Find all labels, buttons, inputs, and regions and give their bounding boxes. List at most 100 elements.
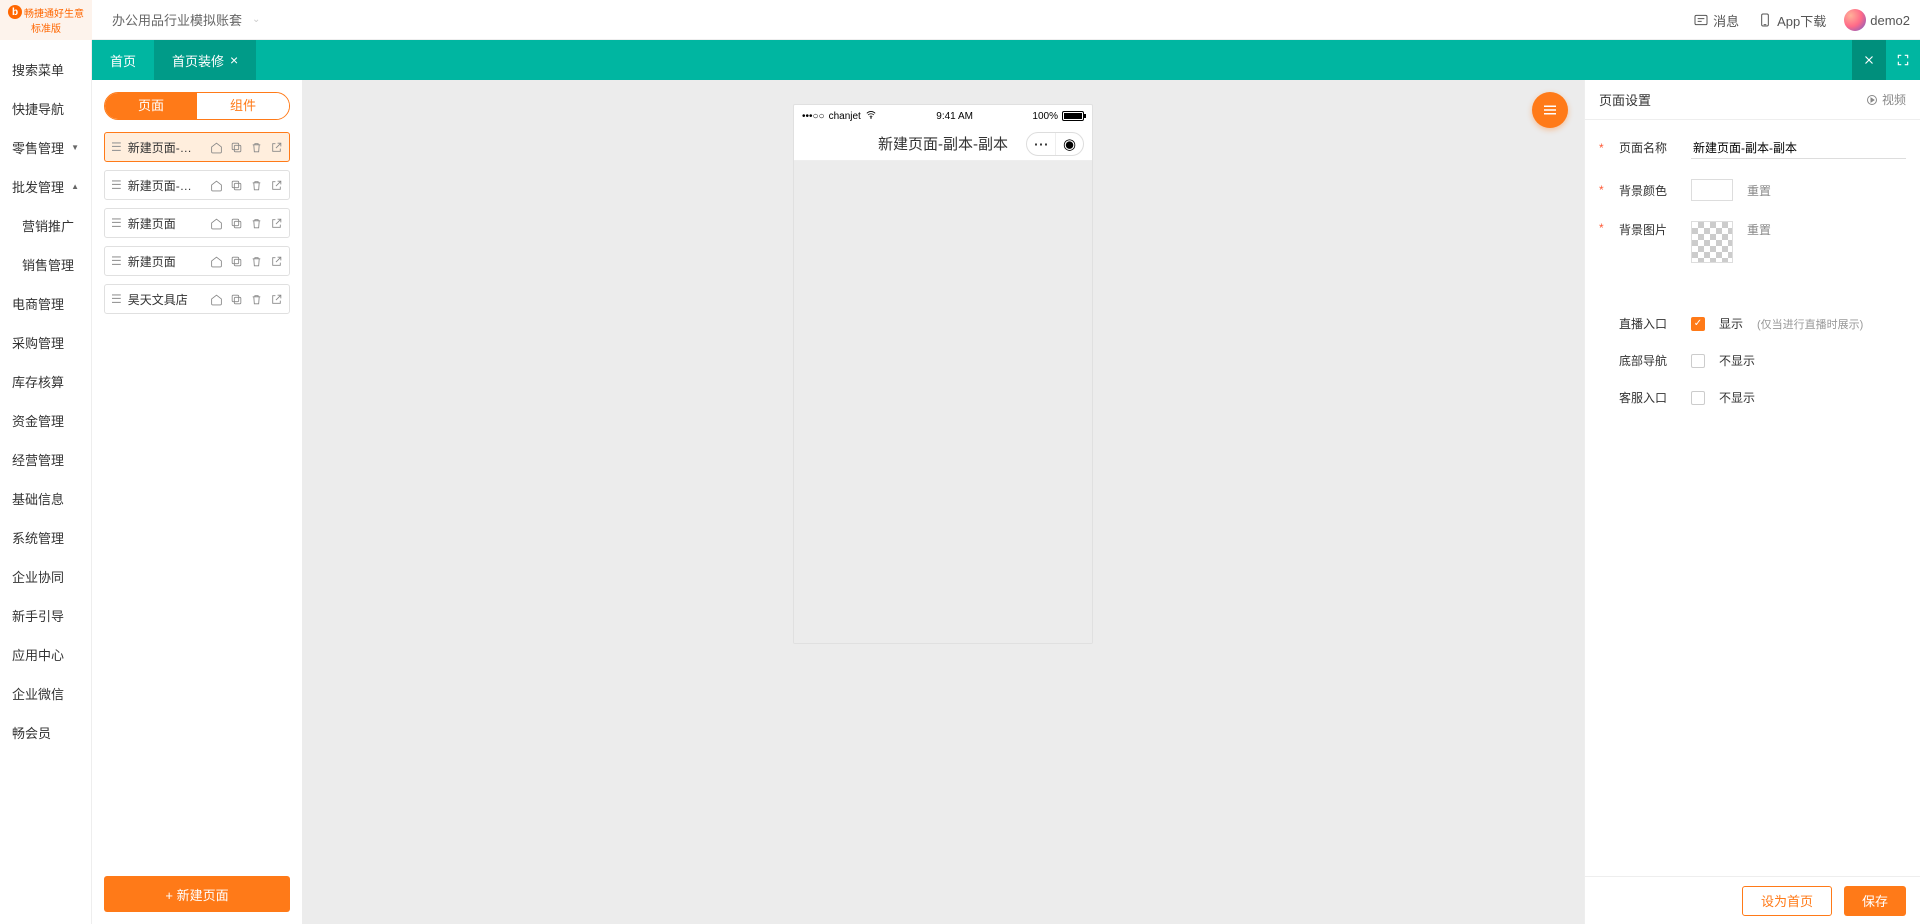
collapse-fab[interactable] (1532, 92, 1568, 128)
service-entry-checkbox[interactable] (1691, 391, 1705, 405)
video-help-button[interactable]: 视频 (1866, 91, 1906, 108)
copy-icon[interactable] (229, 178, 243, 192)
seg-component[interactable]: 组件 (197, 93, 289, 119)
phone-title-text: 新建页面-副本-副本 (878, 133, 1008, 154)
nav-purchase[interactable]: 采购管理 (0, 323, 91, 362)
work-area: 页面 组件 ☰ 新建页面-副本... ☰ 新建页面-副本 (92, 80, 1920, 924)
nav-ecom[interactable]: 电商管理 (0, 284, 91, 323)
user-menu[interactable]: demo2 (1844, 9, 1910, 31)
page-item[interactable]: ☰ 新建页面 (104, 208, 290, 238)
nav-collab[interactable]: 企业协同 (0, 557, 91, 596)
settings-title: 页面设置 (1599, 90, 1651, 109)
tabbar-close-button[interactable] (1852, 40, 1886, 80)
miniprogram-capsule: ⋯ ◉ (1026, 132, 1084, 156)
home-icon[interactable] (209, 254, 223, 268)
nav-funds[interactable]: 资金管理 (0, 401, 91, 440)
home-icon[interactable] (209, 140, 223, 154)
page-name-input[interactable] (1691, 136, 1906, 159)
service-entry-text: 不显示 (1719, 389, 1755, 406)
nav-inventory[interactable]: 库存核算 (0, 362, 91, 401)
new-page-button[interactable]: + 新建页面 (104, 876, 290, 912)
drag-icon[interactable]: ☰ (111, 254, 122, 268)
save-button[interactable]: 保存 (1844, 886, 1906, 916)
bottom-nav-checkbox[interactable] (1691, 354, 1705, 368)
page-item[interactable]: ☰ 新建页面-副本 (104, 170, 290, 200)
app-download-button[interactable]: App下载 (1757, 11, 1826, 30)
home-icon[interactable] (209, 216, 223, 230)
nav-newbie[interactable]: 新手引导 (0, 596, 91, 635)
brand-sub: 标准版 (31, 20, 61, 35)
battery-pct: 100% (1032, 111, 1058, 122)
target-icon[interactable]: ◉ (1055, 132, 1083, 156)
set-as-home-button[interactable]: 设为首页 (1742, 886, 1832, 916)
canvas: •••○○ chanjet 9:41 AM 100% 新建页面-副本-副本 ⋯ … (302, 80, 1584, 924)
username: demo2 (1870, 13, 1910, 28)
nav-appcenter[interactable]: 应用中心 (0, 635, 91, 674)
nav-quick[interactable]: 快捷导航 (0, 89, 91, 128)
row-bg-color: * 背景颜色 重置 (1599, 179, 1906, 201)
drag-icon[interactable]: ☰ (111, 140, 122, 154)
nav-wechat[interactable]: 企业微信 (0, 674, 91, 713)
delete-icon[interactable] (249, 178, 263, 192)
settings-panel: 页面设置 视频 * 页面名称 * 背景颜色 重置 * 背景图片 (1584, 80, 1920, 924)
share-icon[interactable] (269, 292, 283, 306)
share-icon[interactable] (269, 216, 283, 230)
close-icon[interactable]: × (230, 52, 238, 68)
nav-operate[interactable]: 经营管理 (0, 440, 91, 479)
fullscreen-button[interactable] (1886, 40, 1920, 80)
signal-icon: •••○○ (802, 111, 825, 122)
nav-marketing[interactable]: 营销推广 (0, 206, 91, 245)
segment-control: 页面 组件 (104, 92, 290, 120)
service-entry-label: 客服入口 (1619, 389, 1677, 406)
row-page-name: * 页面名称 (1599, 136, 1906, 159)
seg-page[interactable]: 页面 (105, 93, 197, 119)
delete-icon[interactable] (249, 140, 263, 154)
nav-members[interactable]: 畅会员 (0, 713, 91, 752)
carrier-label: chanjet (829, 111, 861, 122)
nav-wholesale[interactable]: 批发管理▲ (0, 167, 91, 206)
delete-icon[interactable] (249, 292, 263, 306)
delete-icon[interactable] (249, 254, 263, 268)
home-icon[interactable] (209, 292, 223, 306)
bg-image-picker[interactable] (1691, 221, 1733, 263)
bg-color-swatch[interactable] (1691, 179, 1733, 201)
messages-label: 消息 (1713, 11, 1739, 30)
live-entry-checkbox[interactable] (1691, 317, 1705, 331)
live-hint: (仅当进行直播时展示) (1757, 316, 1863, 332)
account-name: 办公用品行业模拟账套 (112, 10, 242, 29)
row-service-entry: * 客服入口 不显示 (1599, 389, 1906, 406)
home-icon[interactable] (209, 178, 223, 192)
tab-home[interactable]: 首页 (92, 40, 154, 80)
drag-icon[interactable]: ☰ (111, 178, 122, 192)
account-selector[interactable]: 办公用品行业模拟账套 ⌄ (112, 10, 260, 29)
page-list: ☰ 新建页面-副本... ☰ 新建页面-副本 ☰ 新建页面 (104, 132, 290, 314)
page-item[interactable]: ☰ 新建页面-副本... (104, 132, 290, 162)
page-item[interactable]: ☰ 新建页面 (104, 246, 290, 276)
nav-system[interactable]: 系统管理 (0, 518, 91, 557)
nav-retail[interactable]: 零售管理▼ (0, 128, 91, 167)
copy-icon[interactable] (229, 292, 243, 306)
live-show-text: 显示 (1719, 315, 1743, 332)
copy-icon[interactable] (229, 216, 243, 230)
drag-icon[interactable]: ☰ (111, 216, 122, 230)
page-item[interactable]: ☰ 昊天文具店 (104, 284, 290, 314)
brand-logo: b 畅捷通好生意 标准版 (0, 0, 92, 40)
tab-decoration[interactable]: 首页装修 × (154, 40, 256, 80)
copy-icon[interactable] (229, 254, 243, 268)
bg-image-label: 背景图片 (1619, 221, 1677, 238)
share-icon[interactable] (269, 178, 283, 192)
drag-icon[interactable]: ☰ (111, 292, 122, 306)
bg-color-reset[interactable]: 重置 (1747, 182, 1771, 199)
messages-button[interactable]: 消息 (1693, 11, 1739, 30)
nav-basic[interactable]: 基础信息 (0, 479, 91, 518)
bg-image-reset[interactable]: 重置 (1747, 221, 1771, 238)
share-icon[interactable] (269, 140, 283, 154)
phone-body[interactable] (794, 161, 1092, 643)
copy-icon[interactable] (229, 140, 243, 154)
delete-icon[interactable] (249, 216, 263, 230)
share-icon[interactable] (269, 254, 283, 268)
nav-sales[interactable]: 销售管理 (0, 245, 91, 284)
nav-search[interactable]: 搜索菜单 (0, 50, 91, 89)
more-icon[interactable]: ⋯ (1027, 132, 1055, 156)
live-entry-label: 直播入口 (1619, 315, 1677, 332)
